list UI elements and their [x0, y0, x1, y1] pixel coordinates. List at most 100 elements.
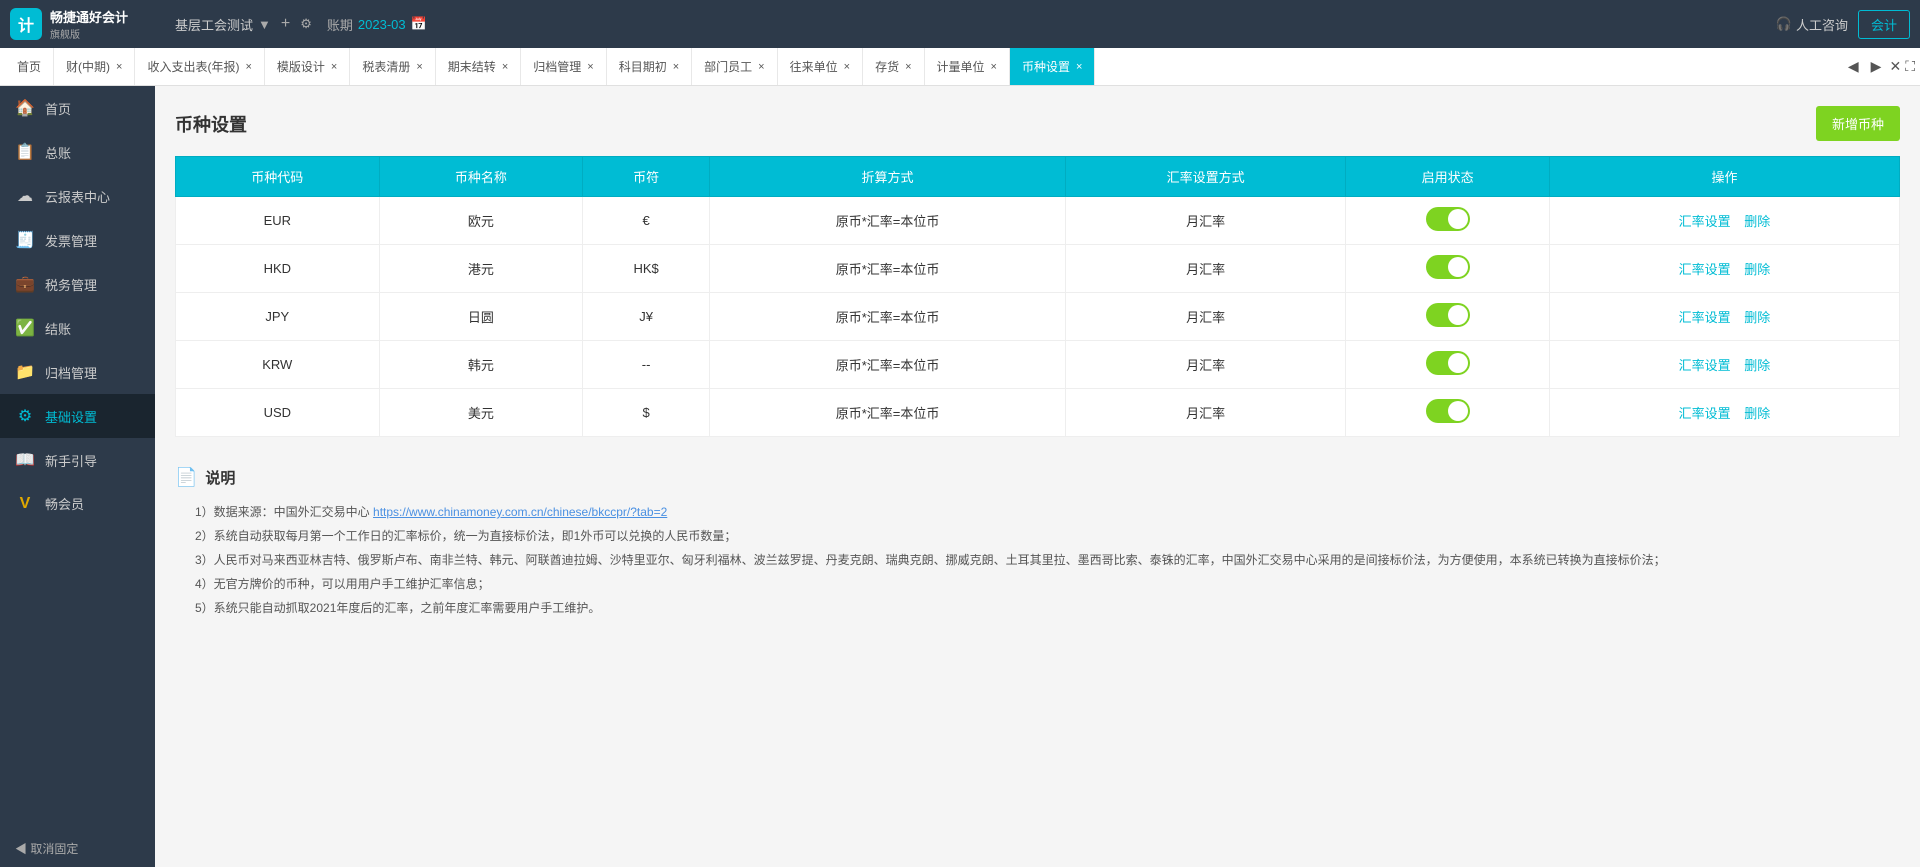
help-button[interactable]: 🎧 人工咨询 — [1776, 15, 1848, 34]
guide-icon: 📖 — [15, 450, 35, 470]
tab-tax-table-close[interactable]: × — [416, 61, 422, 73]
tab-currency-close[interactable]: × — [1076, 61, 1082, 73]
period-label: 账期 — [327, 15, 353, 34]
tab-unit[interactable]: 计量单位 × — [925, 48, 1010, 86]
tab-template-label: 模版设计 — [277, 58, 325, 75]
rate-setting-link-0[interactable]: 汇率设置 — [1679, 214, 1731, 229]
sidebar-item-home[interactable]: 🏠 首页 — [0, 86, 155, 130]
tab-prev-button[interactable]: ◀ — [1844, 58, 1863, 75]
col-header-status: 启用状态 — [1346, 157, 1550, 197]
sidebar-pin-toggle[interactable]: ◀ 取消固定 — [0, 830, 155, 867]
toggle-enabled-3[interactable] — [1426, 351, 1470, 375]
tab-subject-init[interactable]: 科目期初 × — [607, 48, 692, 86]
tab-unit-close[interactable]: × — [991, 61, 997, 73]
tab-contacts-close[interactable]: × — [844, 61, 850, 73]
tab-finance-mid-close[interactable]: × — [116, 61, 122, 73]
tab-period-end[interactable]: 期末结转 × — [436, 48, 521, 86]
sidebar-item-tax[interactable]: 💼 税务管理 — [0, 262, 155, 306]
delete-link-4[interactable]: 删除 — [1744, 406, 1770, 421]
delete-link-0[interactable]: 删除 — [1744, 214, 1770, 229]
sidebar-item-guide[interactable]: 📖 新手引导 — [0, 438, 155, 482]
sidebar-item-checkout[interactable]: ✅ 结账 — [0, 306, 155, 350]
sidebar-item-archive[interactable]: 📁 归档管理 — [0, 350, 155, 394]
cell-actions-0: 汇率设置 删除 — [1549, 197, 1899, 245]
rate-setting-link-3[interactable]: 汇率设置 — [1679, 358, 1731, 373]
tab-inventory-label: 存货 — [875, 58, 899, 75]
invoice-icon: 🧾 — [15, 230, 35, 250]
calendar-icon[interactable]: 📅 — [411, 16, 427, 32]
rate-setting-link-1[interactable]: 汇率设置 — [1679, 262, 1731, 277]
workspace-add-button[interactable]: + — [281, 15, 290, 33]
tab-income-annual-close[interactable]: × — [245, 61, 251, 73]
delete-link-1[interactable]: 删除 — [1744, 262, 1770, 277]
workspace-settings-icon[interactable]: ⚙ — [300, 16, 312, 32]
notes-link[interactable]: https://www.chinamoney.com.cn/chinese/bk… — [373, 505, 667, 519]
toggle-enabled-0[interactable] — [1426, 207, 1470, 231]
tab-income-annual-label: 收入支出表(年报) — [147, 58, 239, 75]
tab-contacts[interactable]: 往来单位 × — [778, 48, 863, 86]
tab-subject-init-close[interactable]: × — [673, 61, 679, 73]
tab-dept-employee[interactable]: 部门员工 × — [692, 48, 777, 86]
tab-finance-mid[interactable]: 财(中期) × — [54, 48, 135, 86]
tab-inventory-close[interactable]: × — [905, 61, 911, 73]
delete-link-3[interactable]: 删除 — [1744, 358, 1770, 373]
rate-setting-link-2[interactable]: 汇率设置 — [1679, 310, 1731, 325]
sidebar-item-cloud-report-label: 云报表中心 — [45, 187, 110, 206]
delete-link-2[interactable]: 删除 — [1744, 310, 1770, 325]
cell-status-1 — [1346, 245, 1550, 293]
cell-calc-2: 原币*汇率=本位币 — [710, 293, 1066, 341]
col-header-actions: 操作 — [1549, 157, 1899, 197]
tab-tax-table[interactable]: 税表清册 × — [350, 48, 435, 86]
tab-archive-close[interactable]: × — [587, 61, 593, 73]
tab-inventory[interactable]: 存货 × — [863, 48, 924, 86]
window-maximize-button[interactable]: ⛶ — [1905, 58, 1915, 75]
sidebar-item-settings[interactable]: ⚙ 基础设置 — [0, 394, 155, 438]
workspace-dropdown-icon[interactable]: ▼ — [258, 17, 271, 32]
rate-setting-link-4[interactable]: 汇率设置 — [1679, 406, 1731, 421]
cell-status-3 — [1346, 341, 1550, 389]
cell-code-0: EUR — [176, 197, 380, 245]
sidebar-item-cloud-report[interactable]: ☁ 云报表中心 — [0, 174, 155, 218]
col-header-name: 币种名称 — [379, 157, 583, 197]
col-header-symbol: 币符 — [583, 157, 710, 197]
tab-finance-mid-label: 财(中期) — [66, 58, 110, 75]
col-header-rate-method: 汇率设置方式 — [1066, 157, 1346, 197]
checkout-icon: ✅ — [15, 318, 35, 338]
sidebar-item-ledger[interactable]: 📋 总账 — [0, 130, 155, 174]
tab-next-button[interactable]: ▶ — [1867, 58, 1886, 75]
cell-status-4 — [1346, 389, 1550, 437]
table-row: HKD 港元 HK$ 原币*汇率=本位币 月汇率 汇率设置 删除 — [176, 245, 1900, 293]
tab-income-annual[interactable]: 收入支出表(年报) × — [135, 48, 264, 86]
cell-name-1: 港元 — [379, 245, 583, 293]
window-close-button[interactable]: ✕ — [1889, 58, 1901, 75]
new-currency-button[interactable]: 新增币种 — [1816, 106, 1900, 141]
home-icon: 🏠 — [15, 98, 35, 118]
tab-period-end-close[interactable]: × — [502, 61, 508, 73]
tab-tax-table-label: 税表清册 — [362, 58, 410, 75]
sidebar-item-invoice[interactable]: 🧾 发票管理 — [0, 218, 155, 262]
sidebar-item-checkout-label: 结账 — [45, 319, 71, 338]
notes-item: 2）系统自动获取每月第一个工作日的汇率标价，统一为直接标价法，即1外币可以兑换的… — [175, 524, 1900, 548]
cell-name-3: 韩元 — [379, 341, 583, 389]
tab-dept-employee-close[interactable]: × — [758, 61, 764, 73]
tab-currency[interactable]: 币种设置 × — [1010, 48, 1095, 86]
cell-rate-method-1: 月汇率 — [1066, 245, 1346, 293]
toggle-enabled-2[interactable] — [1426, 303, 1470, 327]
sidebar-item-guide-label: 新手引导 — [45, 451, 97, 470]
tab-home[interactable]: 首页 — [5, 48, 54, 86]
col-header-calc: 折算方式 — [710, 157, 1066, 197]
account-button[interactable]: 会计 — [1858, 10, 1910, 39]
cell-name-4: 美元 — [379, 389, 583, 437]
notes-item: 5）系统只能自动抓取2021年度后的汇率，之前年度汇率需要用户手工维护。 — [175, 596, 1900, 620]
tab-archive[interactable]: 归档管理 × — [521, 48, 606, 86]
tab-currency-label: 币种设置 — [1022, 58, 1070, 75]
tab-template[interactable]: 模版设计 × — [265, 48, 350, 86]
cloud-report-icon: ☁ — [15, 186, 35, 206]
sidebar-item-vip-label: 畅会员 — [45, 494, 84, 513]
table-row: USD 美元 $ 原币*汇率=本位币 月汇率 汇率设置 删除 — [176, 389, 1900, 437]
toggle-enabled-1[interactable] — [1426, 255, 1470, 279]
notes-icon: 📄 — [175, 467, 197, 488]
tab-template-close[interactable]: × — [331, 61, 337, 73]
toggle-enabled-4[interactable] — [1426, 399, 1470, 423]
sidebar-item-vip[interactable]: V 畅会员 — [0, 482, 155, 525]
